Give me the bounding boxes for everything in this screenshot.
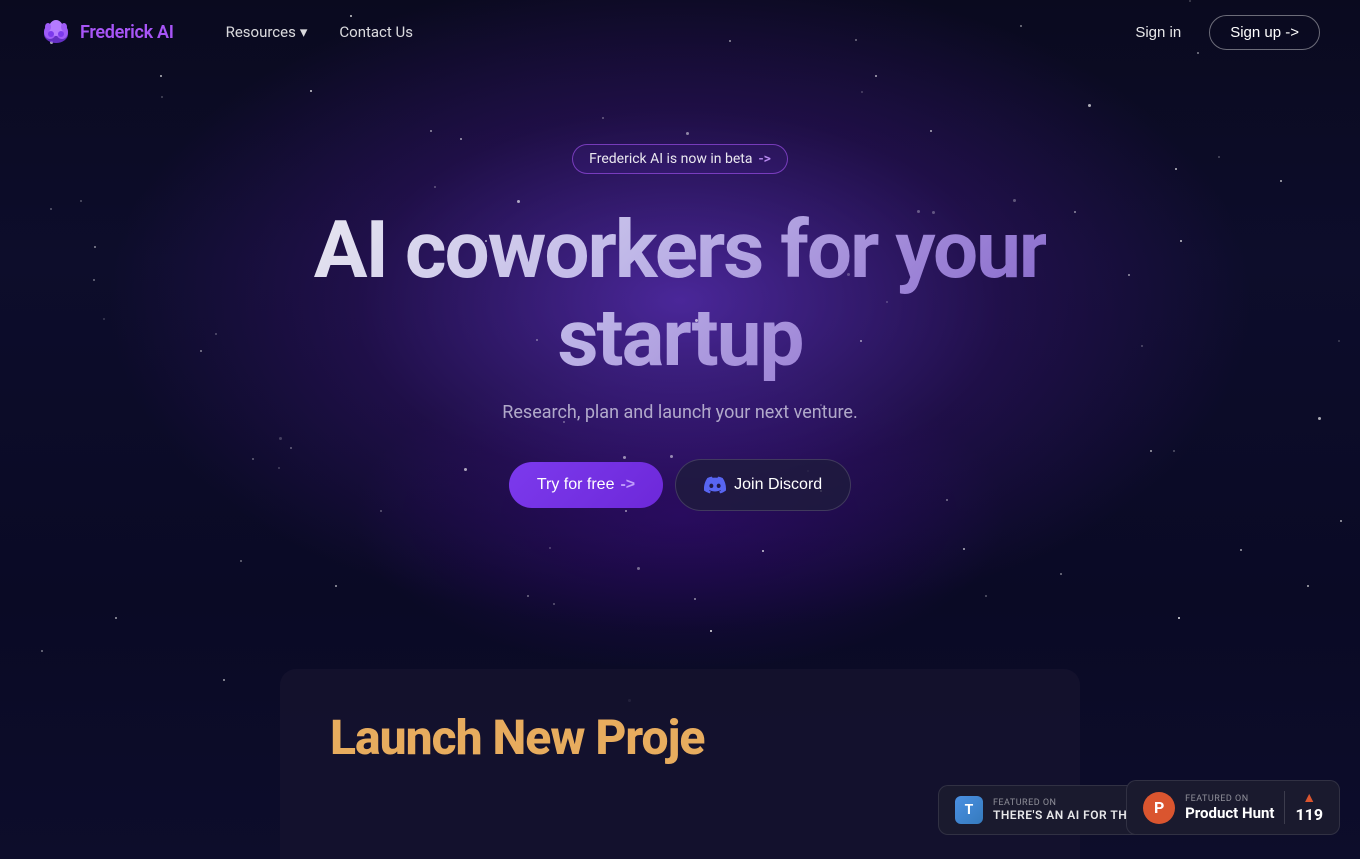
try-button-label: Try for free	[537, 476, 615, 494]
ph-triangle-icon: ▲	[1302, 791, 1316, 805]
preview-content: Launch New Proje	[280, 669, 1080, 786]
nav-links: Resources ▾ Contact Us	[214, 17, 425, 47]
try-free-button[interactable]: Try for free ->	[509, 462, 663, 508]
star	[115, 617, 117, 619]
hero-title-line1: AI coworkers for your	[314, 203, 1046, 297]
hero-section: Frederick AI is now in beta -> AI cowork…	[0, 64, 1360, 511]
star	[1178, 617, 1180, 619]
star	[1307, 585, 1309, 587]
star	[41, 650, 43, 652]
nav-resources-label: Resources	[226, 23, 296, 41]
launch-title: Launch New Proje	[330, 709, 1030, 766]
nav-right: Sign in Sign up ->	[1119, 15, 1320, 50]
star	[223, 679, 225, 681]
star	[762, 550, 764, 552]
star	[637, 567, 640, 570]
there-ai-text: FEATURED ON THERE'S AN AI FOR THAT	[993, 798, 1143, 822]
logo[interactable]: Frederick AI	[40, 16, 174, 48]
star	[694, 598, 696, 600]
beta-badge-text: Frederick AI is now in beta	[589, 151, 752, 167]
discord-button-label: Join Discord	[734, 476, 822, 494]
join-discord-button[interactable]: Join Discord	[675, 459, 851, 511]
product-hunt-badge[interactable]: P FEATURED ON Product Hunt ▲ 119	[1126, 780, 1340, 835]
star	[1240, 549, 1242, 551]
logo-icon	[40, 16, 72, 48]
nav-contact-label: Contact Us	[339, 23, 413, 41]
navbar: Frederick AI Resources ▾ Contact Us Sign…	[0, 0, 1360, 64]
there-ai-title: THERE'S AN AI FOR THAT	[993, 808, 1143, 822]
product-hunt-icon: P	[1143, 792, 1175, 824]
there-ai-featured-label: FEATURED ON	[993, 798, 1143, 808]
there-ai-icon: T	[955, 796, 983, 824]
star	[710, 630, 712, 632]
nav-resources-chevron: ▾	[300, 23, 308, 41]
nav-contact-link[interactable]: Contact Us	[327, 17, 425, 47]
discord-icon	[704, 474, 726, 496]
logo-text-normal: Frederick	[80, 22, 157, 43]
ph-count-container: ▲ 119	[1284, 791, 1323, 824]
star	[1060, 573, 1062, 575]
hero-title-line2: startup	[557, 291, 802, 385]
product-hunt-text: FEATURED ON Product Hunt	[1185, 794, 1274, 822]
hero-subtitle: Research, plan and launch your next vent…	[502, 402, 857, 423]
nav-left: Frederick AI Resources ▾ Contact Us	[40, 16, 425, 48]
ph-count-number: 119	[1295, 805, 1323, 824]
ph-name: Product Hunt	[1185, 804, 1274, 822]
star	[527, 595, 529, 597]
ph-featured-label: FEATURED ON	[1185, 794, 1274, 804]
try-button-arrow: ->	[620, 476, 635, 494]
hero-title: AI coworkers for your startup	[314, 206, 1046, 382]
star	[240, 560, 242, 562]
logo-text: Frederick AI	[80, 22, 174, 43]
logo-text-accent: AI	[157, 22, 174, 43]
beta-badge-arrow: ->	[758, 151, 770, 167]
star	[963, 548, 965, 550]
star	[549, 547, 551, 549]
beta-badge[interactable]: Frederick AI is now in beta ->	[572, 144, 788, 174]
signin-button[interactable]: Sign in	[1119, 16, 1197, 49]
nav-resources-link[interactable]: Resources ▾	[214, 17, 320, 47]
star	[1340, 520, 1342, 522]
hero-buttons: Try for free -> Join Discord	[509, 459, 851, 511]
star	[335, 585, 337, 587]
star	[553, 603, 555, 605]
star	[985, 595, 987, 597]
signup-button[interactable]: Sign up ->	[1209, 15, 1320, 50]
